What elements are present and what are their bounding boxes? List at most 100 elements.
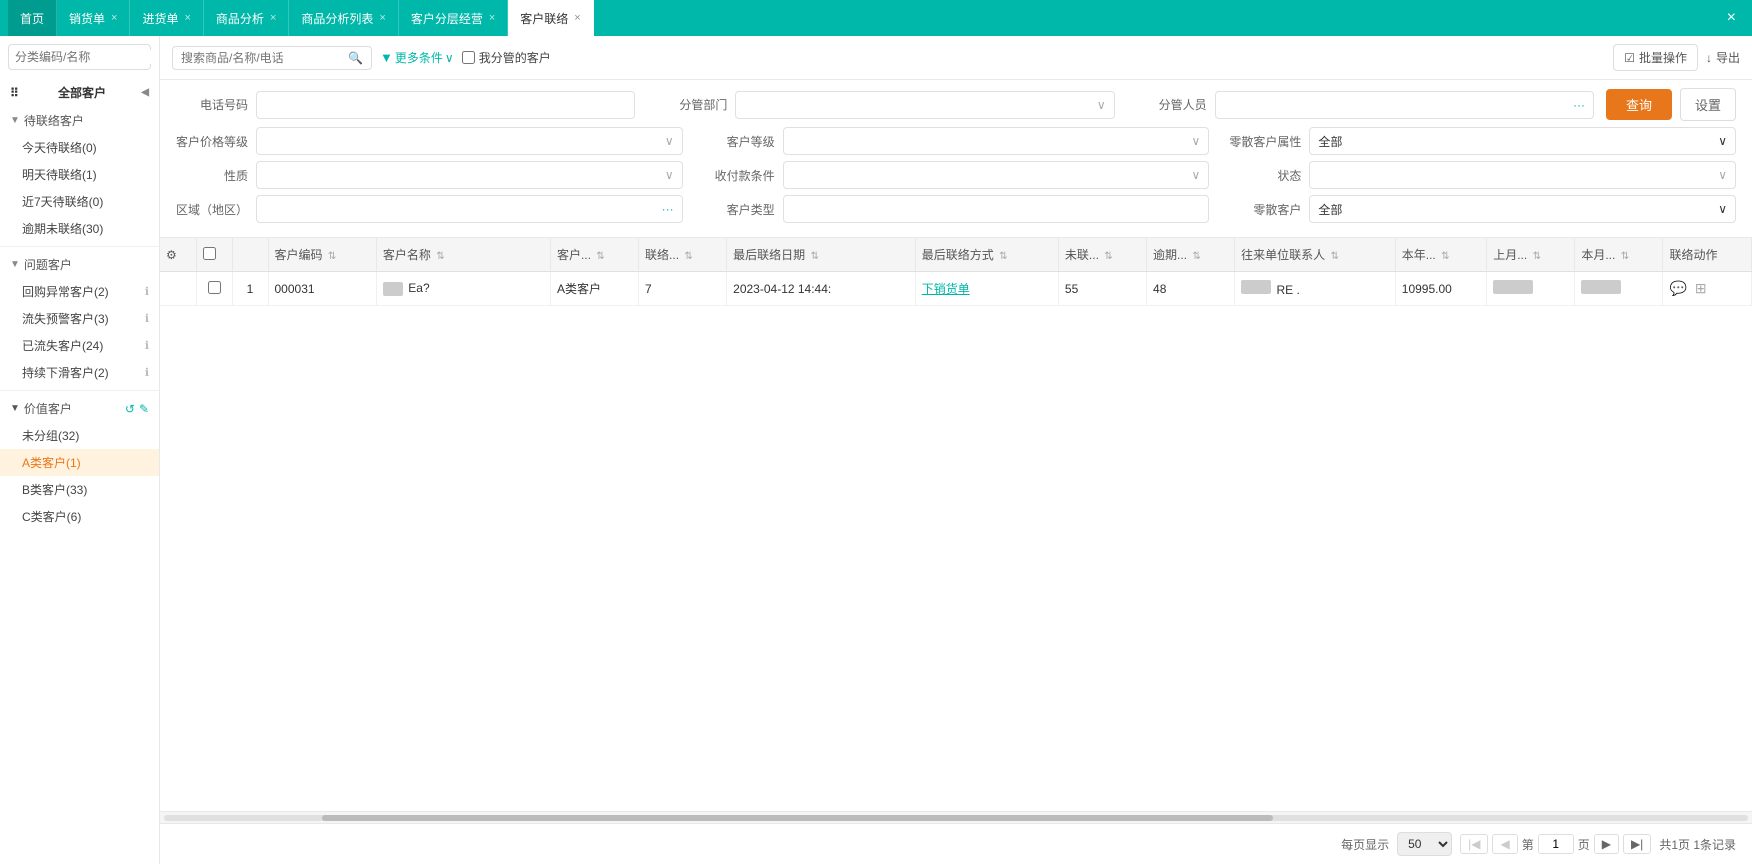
dept-select[interactable]: ∨ (735, 91, 1114, 119)
sidebar-search-input[interactable] (15, 50, 160, 64)
horizontal-scrollbar[interactable] (160, 811, 1752, 823)
value-edit-icon[interactable]: ✎ (139, 402, 149, 416)
this-year-col-header[interactable]: 本年... ⇅ (1395, 238, 1486, 272)
last-month-col-header[interactable]: 上月... ⇅ (1487, 238, 1575, 272)
nature-select[interactable]: ∨ (256, 161, 683, 189)
scroll-thumb[interactable] (322, 815, 1272, 821)
sidebar-item-tomorrow-pending[interactable]: 明天待联络(1) (0, 161, 159, 188)
customer-table: ⚙ 客户编码 ⇅ 客户名称 (160, 238, 1752, 306)
close-customer-layer-tab[interactable]: × (489, 12, 495, 24)
sidebar-item-week-pending[interactable]: 近7天待联络(0) (0, 188, 159, 215)
sidebar-item-c-class[interactable]: C类客户(6) (0, 503, 159, 530)
sidebar-search[interactable]: 🔍 (8, 44, 151, 70)
my-customers-checkbox[interactable]: 我分管的客户 (462, 49, 551, 66)
this-month-col-header[interactable]: 本月... ⇅ (1575, 238, 1663, 272)
tab-goods-analysis[interactable]: 商品分析 × (204, 0, 289, 36)
customer-level-label: 客户等级 (703, 133, 783, 150)
prev-page-button[interactable]: ◀ (1492, 834, 1517, 854)
close-goods-list-tab[interactable]: × (379, 12, 385, 24)
overdue-sort-icon: ⇅ (1192, 251, 1200, 262)
sidebar-item-churned[interactable]: 已流失客户(24) ℹ (0, 332, 159, 359)
tab-customer-contact[interactable]: 客户联络 × (508, 0, 593, 36)
close-all-button[interactable]: × (1719, 9, 1744, 27)
name-sort-icon: ⇅ (436, 251, 444, 262)
no-contact-col-header[interactable]: 未联... ⇅ (1058, 238, 1146, 272)
row-checkbox[interactable] (208, 281, 221, 294)
sidebar-item-overdue[interactable]: 逾期未联络(30) (0, 215, 159, 242)
last-page-button[interactable]: ▶| (1623, 834, 1651, 854)
row-this-year: 10995.00 (1395, 272, 1486, 306)
price-level-select[interactable]: ∨ (256, 127, 683, 155)
my-customers-check[interactable] (462, 51, 475, 64)
close-customer-contact-tab[interactable]: × (574, 12, 580, 24)
tab-sales[interactable]: 销货单 × (57, 0, 130, 36)
status-select[interactable]: ∨ (1309, 161, 1736, 189)
tab-purchase[interactable]: 进货单 × (130, 0, 203, 36)
class-col-header[interactable]: 客户... ⇅ (550, 238, 638, 272)
per-page-select[interactable]: 50 100 200 (1397, 832, 1452, 856)
action-icons: 💬 ⊞ (1669, 280, 1745, 297)
close-goods-tab[interactable]: × (270, 12, 276, 24)
tab-home[interactable]: 首页 (8, 0, 57, 36)
all-customers-header[interactable]: ⠿ 全部客户 ◀ (0, 78, 159, 107)
row-class: A类客户 (550, 272, 638, 306)
customer-type-select[interactable] (783, 195, 1210, 223)
class-sort-icon: ⇅ (596, 251, 604, 262)
page-number-input[interactable] (1538, 834, 1574, 854)
last-method-col-header[interactable]: 最后联络方式 ⇅ (915, 238, 1058, 272)
main-search-input[interactable] (181, 51, 348, 65)
checkbox-col-header[interactable] (196, 238, 232, 272)
first-page-button[interactable]: |◀ (1460, 834, 1488, 854)
retail-customer-select[interactable]: 全部 ∨ (1309, 195, 1736, 223)
sidebar-item-ungrouped[interactable]: 未分组(32) (0, 422, 159, 449)
sidebar-divider-2 (0, 390, 159, 391)
tab-goods-list[interactable]: 商品分析列表 × (289, 0, 398, 36)
chat-icon[interactable]: 💬 (1669, 280, 1686, 297)
collapse-sidebar-icon[interactable]: ◀ (141, 87, 149, 98)
pending-group-label[interactable]: ▼ 待联络客户 (0, 107, 159, 134)
sidebar-item-churn-warning[interactable]: 流失预警客户(3) ℹ (0, 305, 159, 332)
select-all-checkbox[interactable] (203, 247, 216, 260)
unit-contact-col-header[interactable]: 往来单位联系人 ⇅ (1235, 238, 1396, 272)
settings-button[interactable]: 设置 (1680, 88, 1736, 121)
problem-group-label[interactable]: ▼ 问题客户 (0, 251, 159, 278)
code-col-header[interactable]: 客户编码 ⇅ (268, 238, 376, 272)
app-root: 首页 销货单 × 进货单 × 商品分析 × 商品分析列表 × 客户分层经营 × … (0, 0, 1752, 864)
sidebar-divider-1 (0, 246, 159, 247)
sidebar-item-b-class[interactable]: B类客户(33) (0, 476, 159, 503)
sidebar-item-declining[interactable]: 持续下滑客户(2) ℹ (0, 359, 159, 386)
pagination: |◀ ◀ 第 页 ▶ ▶| (1460, 834, 1651, 854)
person-input[interactable]: ··· (1215, 91, 1594, 119)
settings-col-header[interactable]: ⚙ (160, 238, 196, 272)
filter-search-box[interactable]: 🔍 (172, 46, 372, 70)
customer-level-select[interactable]: ∨ (783, 127, 1210, 155)
sidebar-item-a-class[interactable]: A类客户(1) (0, 449, 159, 476)
table-header-row: ⚙ 客户编码 ⇅ 客户名称 (160, 238, 1752, 272)
more-filters-button[interactable]: ▼ 更多条件 ∨ (380, 49, 454, 66)
batch-op-button[interactable]: ☑ 批量操作 (1613, 44, 1698, 71)
rownum-col-header (232, 238, 268, 272)
name-col-header[interactable]: 客户名称 ⇅ (376, 238, 550, 272)
row-last-method[interactable]: 下销货单 (915, 272, 1058, 306)
query-button[interactable]: 查询 (1606, 89, 1672, 120)
qr-icon[interactable]: ⊞ (1695, 280, 1707, 297)
region-input[interactable]: ··· (256, 195, 683, 223)
phone-input[interactable] (256, 91, 635, 119)
tab-customer-layer[interactable]: 客户分层经营 × (399, 0, 508, 36)
last-date-col-header[interactable]: 最后联络日期 ⇅ (727, 238, 916, 272)
sidebar-item-today-pending[interactable]: 今天待联络(0) (0, 134, 159, 161)
row-checkbox-cell[interactable] (196, 272, 232, 306)
close-sales-tab[interactable]: × (111, 12, 117, 24)
retail-attr-select[interactable]: 全部 ∨ (1309, 127, 1736, 155)
bottom-bar: 每页显示 50 100 200 |◀ ◀ 第 页 ▶ ▶| 共1页 1条记录 (160, 823, 1752, 864)
sidebar-item-rebuy[interactable]: 回购异常客户(2) ℹ (0, 278, 159, 305)
contact-count-col-header[interactable]: 联络... ⇅ (639, 238, 727, 272)
nature-chevron-icon: ∨ (665, 168, 674, 182)
batch-check-icon: ☑ (1624, 51, 1635, 65)
next-page-button[interactable]: ▶ (1594, 834, 1619, 854)
payment-select[interactable]: ∨ (783, 161, 1210, 189)
overdue-col-header[interactable]: 逾期... ⇅ (1147, 238, 1235, 272)
export-button[interactable]: ↓ 导出 (1706, 49, 1740, 66)
value-refresh-icon[interactable]: ↺ (125, 402, 135, 416)
close-purchase-tab[interactable]: × (184, 12, 190, 24)
